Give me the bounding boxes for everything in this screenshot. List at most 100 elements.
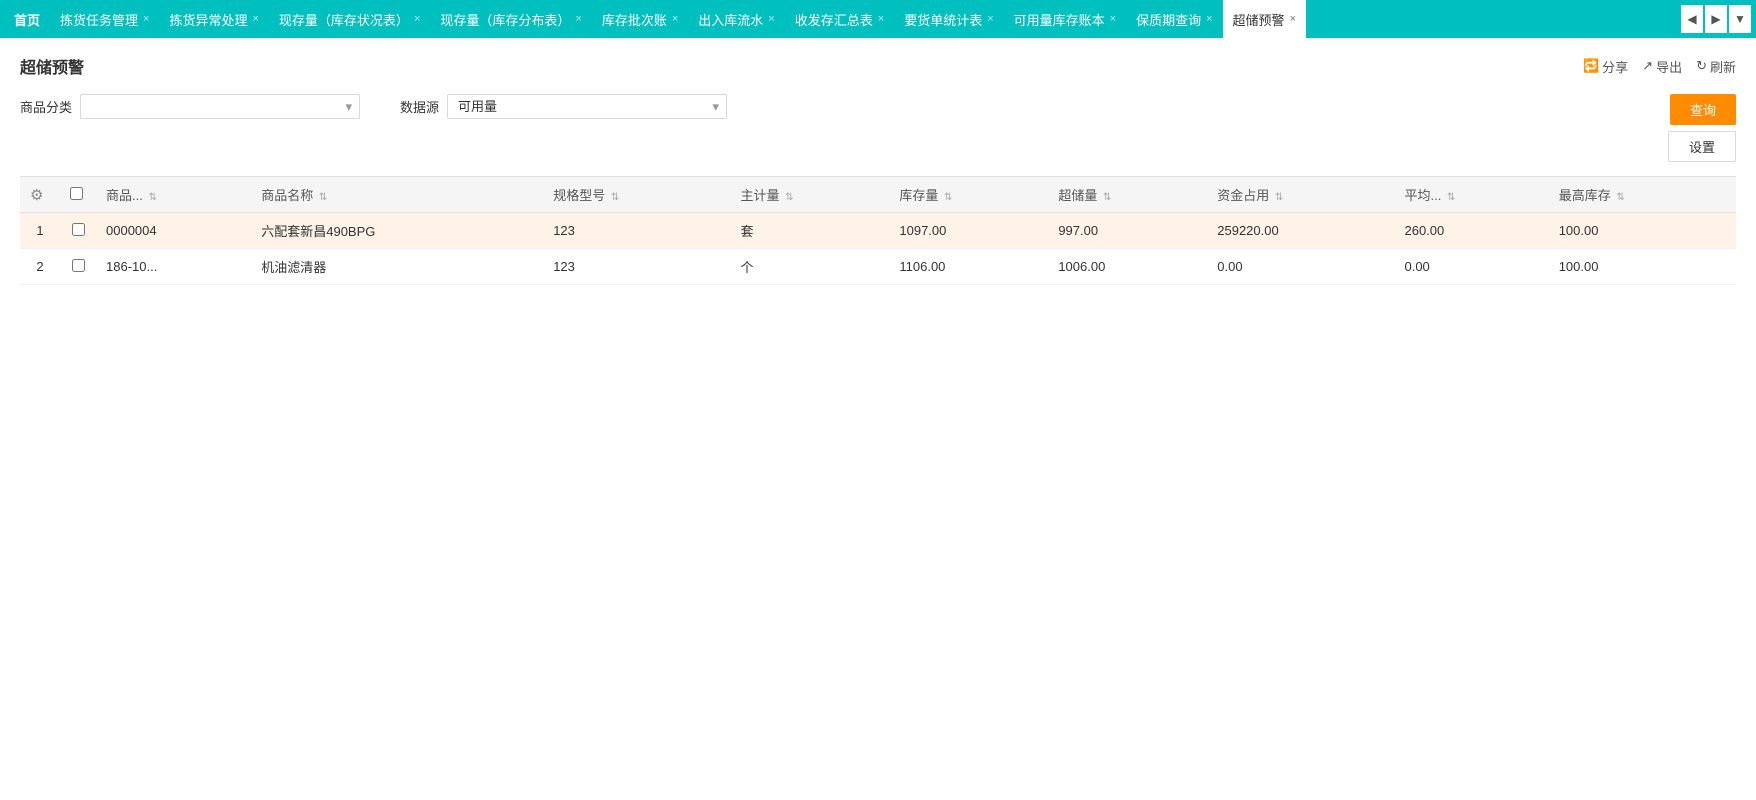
datasource-filter: 数据源 可用量	[400, 94, 727, 119]
sort-icon-product-name: ⇅	[319, 192, 327, 203]
tab-close-icon[interactable]: ×	[1290, 13, 1296, 25]
tab-close-icon[interactable]: ×	[252, 13, 258, 25]
cell-product-name: 机油滤清器	[251, 249, 543, 285]
cell-product-name: 六配套新昌490BPG	[251, 213, 543, 249]
nav-tab-----------[interactable]: 现存量（库存状况表）×	[269, 0, 430, 38]
row-checkbox[interactable]	[72, 223, 85, 236]
header-actions: 🔁 分享 ↗ 导出 ↻ 刷新	[1583, 57, 1736, 76]
datasource-select[interactable]: 可用量	[447, 94, 727, 119]
nav-tab-------[interactable]: 要货单统计表×	[894, 0, 1003, 38]
col-product-code-label: 商品...	[106, 188, 143, 203]
set-button[interactable]: 设置	[1668, 131, 1736, 162]
col-unit[interactable]: 主计量 ⇅	[730, 177, 889, 213]
settings-icon[interactable]: ⚙	[30, 187, 43, 204]
nav-prev-button[interactable]: ◀	[1681, 5, 1703, 33]
category-filter: 商品分类	[20, 94, 360, 119]
nav-tab------[interactable]: 出入库流水×	[688, 0, 784, 38]
export-button[interactable]: ↗ 导出	[1642, 57, 1682, 76]
cell-max-stock: 100.00	[1549, 249, 1736, 285]
nav-tab-----------[interactable]: 现存量（库存分布表）×	[430, 0, 591, 38]
row-checkbox-cell	[60, 249, 96, 285]
col-checkbox	[60, 177, 96, 213]
cell-stock: 1097.00	[889, 213, 1048, 249]
nav-tab-------[interactable]: 拣货任务管理×	[50, 0, 159, 38]
refresh-button[interactable]: ↻ 刷新	[1696, 57, 1736, 76]
top-navigation: 首页 拣货任务管理×拣货异常处理×现存量（库存状况表）×现存量（库存分布表）×库…	[0, 0, 1756, 38]
cell-stock: 1106.00	[889, 249, 1048, 285]
col-max-stock[interactable]: 最高库存 ⇅	[1549, 177, 1736, 213]
sort-icon-capital: ⇅	[1275, 192, 1283, 203]
nav-tab-------[interactable]: 收发存汇总表×	[785, 0, 894, 38]
share-button[interactable]: 🔁 分享	[1583, 57, 1628, 76]
tab-close-icon[interactable]: ×	[1110, 13, 1116, 25]
col-unit-label: 主计量	[740, 188, 779, 203]
refresh-icon: ↻	[1696, 58, 1707, 74]
cell-unit: 个	[730, 249, 889, 285]
col-avg[interactable]: 平均... ⇅	[1394, 177, 1548, 213]
col-capital[interactable]: 资金占用 ⇅	[1207, 177, 1394, 213]
cell-product-code: 0000004	[96, 213, 251, 249]
page-title: 超储预警	[20, 54, 84, 78]
tab-close-icon[interactable]: ×	[878, 13, 884, 25]
col-capital-label: 资金占用	[1217, 188, 1269, 203]
tab-close-icon[interactable]: ×	[414, 13, 420, 25]
tab-close-icon[interactable]: ×	[672, 13, 678, 25]
export-icon: ↗	[1642, 58, 1653, 74]
col-product-name-label: 商品名称	[261, 188, 313, 203]
col-stock-label: 库存量	[899, 188, 938, 203]
tab-close-icon[interactable]: ×	[575, 13, 581, 25]
sort-icon-overstock: ⇅	[1103, 192, 1111, 203]
query-button[interactable]: 查询	[1670, 94, 1736, 125]
cell-capital: 0.00	[1207, 249, 1394, 285]
col-stock[interactable]: 库存量 ⇅	[889, 177, 1048, 213]
cell-avg: 0.00	[1394, 249, 1548, 285]
nav-menu-button[interactable]: ▼	[1729, 5, 1751, 33]
row-num: 1	[20, 213, 60, 249]
category-label: 商品分类	[20, 97, 72, 116]
select-all-checkbox[interactable]	[70, 187, 83, 200]
col-spec-label: 规格型号	[553, 188, 605, 203]
datasource-label: 数据源	[400, 97, 439, 116]
table-row: 1 0000004 六配套新昌490BPG 123 套 1097.00 997.…	[20, 213, 1736, 249]
nav-arrows: ◀ ▶ ▼	[1680, 5, 1752, 33]
cell-product-code: 186-10...	[96, 249, 251, 285]
sort-icon-max-stock: ⇅	[1616, 192, 1624, 203]
category-select[interactable]	[80, 94, 360, 119]
nav-tab------[interactable]: 库存批次账×	[592, 0, 688, 38]
row-checkbox[interactable]	[72, 259, 85, 272]
cell-capital: 259220.00	[1207, 213, 1394, 249]
col-spec[interactable]: 规格型号 ⇅	[543, 177, 730, 213]
nav-tab-------[interactable]: 拣货异常处理×	[159, 0, 268, 38]
cell-overstock: 1006.00	[1048, 249, 1207, 285]
cell-unit: 套	[730, 213, 889, 249]
col-product-name[interactable]: 商品名称 ⇅	[251, 177, 543, 213]
col-max-stock-label: 最高库存	[1559, 188, 1611, 203]
nav-tab-----[interactable]: 超储预警×	[1223, 0, 1306, 38]
col-product-code[interactable]: 商品... ⇅	[96, 177, 251, 213]
row-checkbox-cell	[60, 213, 96, 249]
sort-icon-avg: ⇅	[1447, 192, 1455, 203]
tab-close-icon[interactable]: ×	[1206, 13, 1212, 25]
share-icon: 🔁	[1583, 58, 1599, 74]
data-table: ⚙ 商品... ⇅ 商品名称 ⇅ 规格型号 ⇅ 主计量	[20, 176, 1736, 285]
tab-close-icon[interactable]: ×	[987, 13, 993, 25]
tab-close-icon[interactable]: ×	[768, 13, 774, 25]
page-container: 超储预警 🔁 分享 ↗ 导出 ↻ 刷新 商品分类	[0, 38, 1756, 800]
cell-overstock: 997.00	[1048, 213, 1207, 249]
tab-close-icon[interactable]: ×	[143, 13, 149, 25]
sort-icon-spec: ⇅	[611, 192, 619, 203]
sort-icon-stock: ⇅	[944, 192, 952, 203]
nav-home[interactable]: 首页	[4, 0, 50, 38]
nav-tab--------[interactable]: 可用量库存账本×	[1004, 0, 1126, 38]
nav-tab------[interactable]: 保质期查询×	[1126, 0, 1222, 38]
row-num: 2	[20, 249, 60, 285]
page-header: 超储预警 🔁 分享 ↗ 导出 ↻ 刷新	[20, 54, 1736, 78]
cell-spec: 123	[543, 213, 730, 249]
col-setting: ⚙	[20, 177, 60, 213]
nav-next-button[interactable]: ▶	[1705, 5, 1727, 33]
sort-icon-product-code: ⇅	[148, 192, 156, 203]
col-overstock[interactable]: 超储量 ⇅	[1048, 177, 1207, 213]
cell-max-stock: 100.00	[1549, 213, 1736, 249]
sort-icon-unit: ⇅	[785, 192, 793, 203]
cell-spec: 123	[543, 249, 730, 285]
